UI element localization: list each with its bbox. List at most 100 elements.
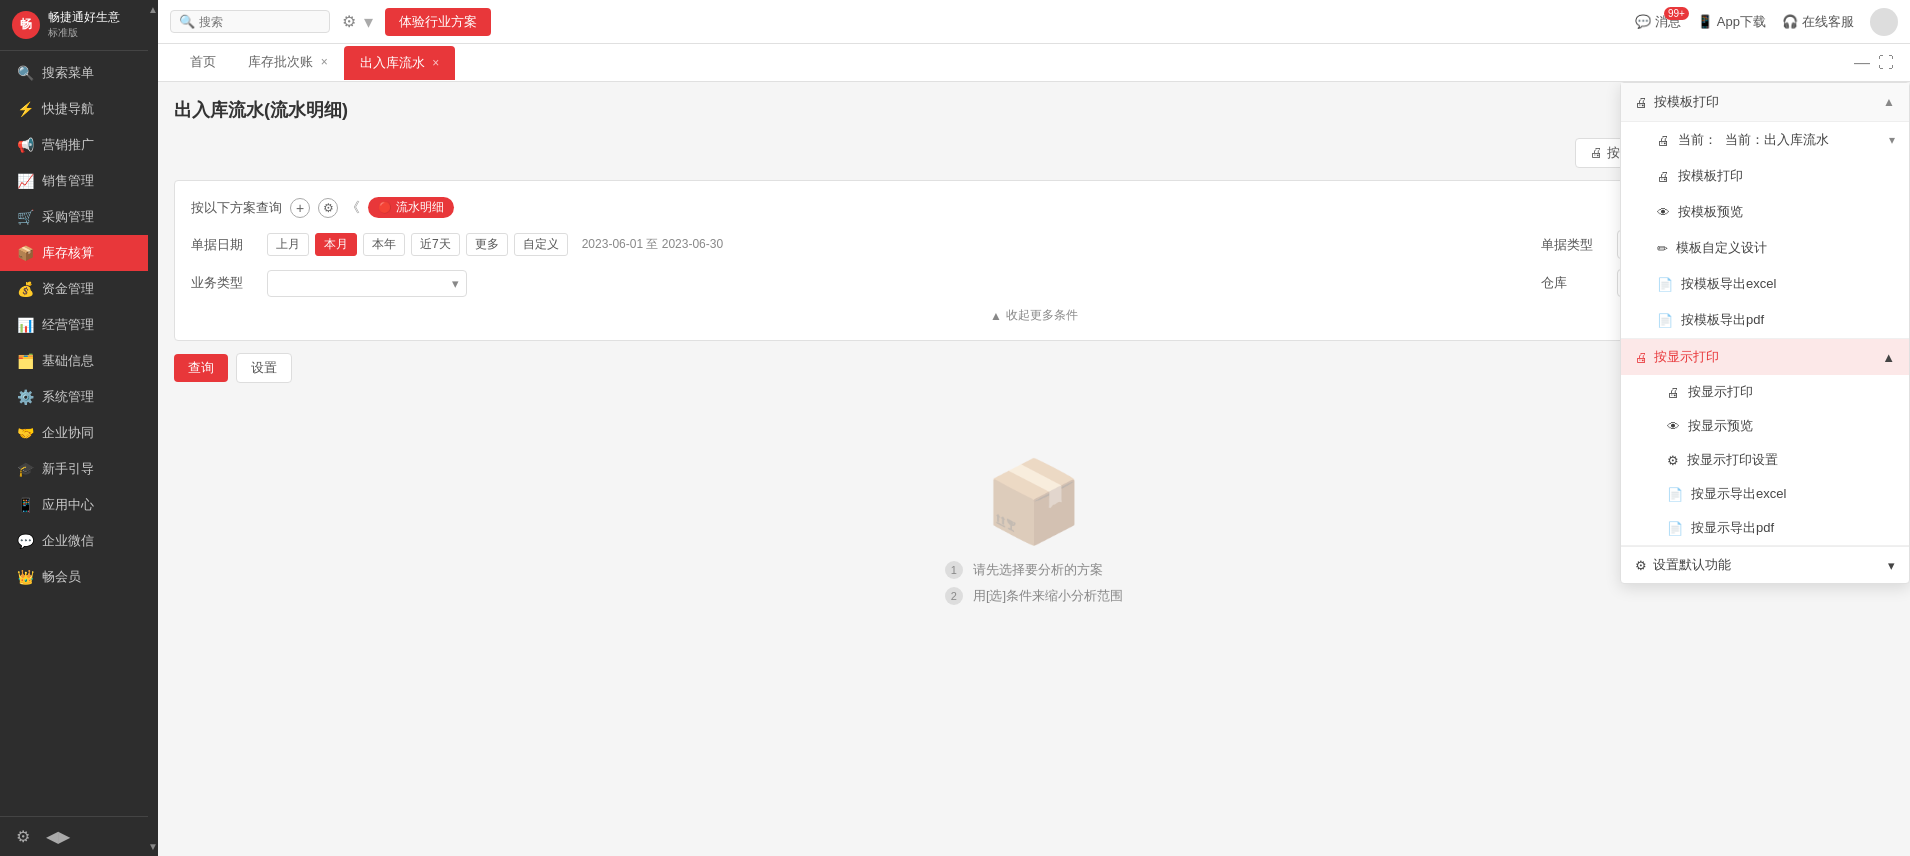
- tab-minimize-icon[interactable]: —: [1854, 54, 1870, 72]
- display-section-header[interactable]: 🖨 按显示打印 ▲: [1621, 339, 1909, 375]
- headset-icon: 🎧: [1782, 14, 1798, 29]
- sidebar-item-marketing[interactable]: 📢 营销推广: [0, 127, 148, 163]
- display-section-arrow[interactable]: ▲: [1882, 350, 1895, 365]
- date-custom[interactable]: 自定义: [514, 233, 568, 256]
- promo-button[interactable]: 体验行业方案: [385, 8, 491, 36]
- sidebar-item-label: 搜索菜单: [42, 64, 94, 82]
- customer-service-label: 在线客服: [1802, 13, 1854, 31]
- sidebar-item-app-center[interactable]: 📱 应用中心: [0, 487, 148, 523]
- sidebar-item-search[interactable]: 🔍 搜索菜单: [0, 55, 148, 91]
- sidebar-item-wechat[interactable]: 💬 企业微信: [0, 523, 148, 559]
- sidebar-item-label: 企业微信: [42, 532, 94, 550]
- display-print-settings-item[interactable]: ⚙ 按显示打印设置: [1621, 443, 1909, 477]
- dropdown-current-item[interactable]: 🖨 当前： 当前：出入库流水 ▾: [1621, 122, 1909, 158]
- operations-icon: 📊: [16, 317, 34, 333]
- avatar[interactable]: [1870, 8, 1898, 36]
- enterprise-icon: 🤝: [16, 425, 34, 441]
- inventory-icon: 📦: [16, 245, 34, 261]
- app-subtitle: 标准版: [48, 26, 120, 40]
- tab-bar-controls: — ⛶: [1854, 54, 1894, 72]
- display-export-pdf-item[interactable]: 📄 按显示导出pdf: [1621, 511, 1909, 545]
- date-current-year[interactable]: 本年: [363, 233, 405, 256]
- message-button[interactable]: 💬 消息 99+: [1635, 13, 1681, 31]
- scroll-down-arrow[interactable]: ▼: [148, 841, 158, 852]
- purchase-icon: 🛒: [16, 209, 34, 225]
- system-icon: ⚙️: [16, 389, 34, 405]
- print-dropdown-panel: 🖨 按模板打印 ▲ 🖨 当前： 当前：出入库流水 ▾ 🖨 按模板打印 👁: [1620, 82, 1910, 584]
- current-value: 当前：出入库流水: [1725, 131, 1829, 149]
- tab-expand-icon[interactable]: ⛶: [1878, 54, 1894, 72]
- dropdown-footer[interactable]: ⚙ 设置默认功能 ▾: [1621, 546, 1909, 583]
- settings-gear-icon[interactable]: ⚙: [342, 12, 356, 31]
- template-preview-item[interactable]: 👁 按模板预览: [1621, 194, 1909, 230]
- display-preview-item[interactable]: 👁 按显示预览: [1621, 409, 1909, 443]
- sidebar-item-label: 基础信息: [42, 352, 94, 370]
- date-last-month[interactable]: 上月: [267, 233, 309, 256]
- scroll-up-arrow[interactable]: ▲: [148, 4, 158, 15]
- template-export-excel-item[interactable]: 📄 按模板导出excel: [1621, 266, 1909, 302]
- display-print-icon: 🖨: [1667, 385, 1680, 400]
- settings-button[interactable]: 设置: [236, 353, 292, 383]
- sidebar-item-finance[interactable]: 💰 资金管理: [0, 271, 148, 307]
- sidebar-item-system[interactable]: ⚙️ 系统管理: [0, 379, 148, 415]
- customer-service-button[interactable]: 🎧 在线客服: [1782, 13, 1854, 31]
- collapse-sidebar-icon[interactable]: ◀▶: [46, 827, 70, 846]
- template-custom-item[interactable]: ✏ 模板自定义设计: [1621, 230, 1909, 266]
- filter-collapse-icon[interactable]: 《: [346, 199, 360, 217]
- doc-type-label: 单据类型: [1541, 236, 1601, 254]
- collapse-label: 收起更多条件: [1006, 307, 1078, 324]
- footer-arrow: ▾: [1888, 558, 1895, 573]
- empty-hint-2: 2 用[选]条件来缩小分析范围: [945, 587, 1123, 605]
- settings-default-icon: ⚙: [1635, 558, 1647, 573]
- tab-home[interactable]: 首页: [174, 45, 232, 81]
- filter-add-button[interactable]: +: [290, 198, 310, 218]
- sidebar-item-vip[interactable]: 👑 畅会员: [0, 559, 148, 595]
- query-button[interactable]: 查询: [174, 354, 228, 382]
- dropdown-header: 🖨 按模板打印 ▲: [1621, 83, 1909, 122]
- sidebar-item-sales[interactable]: 📈 销售管理: [0, 163, 148, 199]
- tab-inout-flow[interactable]: 出入库流水 ×: [344, 46, 456, 80]
- search-bar[interactable]: 🔍: [170, 10, 330, 33]
- display-export-excel-item[interactable]: 📄 按显示导出excel: [1621, 477, 1909, 511]
- app-title: 畅捷通好生意: [48, 10, 120, 26]
- biz-type-label: 业务类型: [191, 274, 251, 292]
- sidebar-item-label: 库存核算: [42, 244, 94, 262]
- dropdown-collapse-icon[interactable]: ▲: [1883, 95, 1895, 109]
- sidebar-nav: 🔍 搜索菜单 ⚡ 快捷导航 📢 营销推广 📈 销售管理 🛒 采购管理 📦 库存核…: [0, 51, 148, 816]
- tab-close-inventory-batch[interactable]: ×: [321, 55, 328, 69]
- page-content: 出入库流水(流水明细) 🖨 按模板打印 ▲ ··· 📤 导出 🔄 刷新: [158, 82, 1910, 856]
- wechat-icon: 💬: [16, 533, 34, 549]
- sidebar-item-inventory[interactable]: 📦 库存核算: [0, 235, 148, 271]
- base-icon: 🗂️: [16, 353, 34, 369]
- date-more[interactable]: 更多: [466, 233, 508, 256]
- sidebar-item-quick-nav[interactable]: ⚡ 快捷导航: [0, 91, 148, 127]
- date-last-7[interactable]: 近7天: [411, 233, 460, 256]
- display-print-item[interactable]: 🖨 按显示打印: [1621, 375, 1909, 409]
- sidebar-item-guide[interactable]: 🎓 新手引导: [0, 451, 148, 487]
- biz-type-select[interactable]: [267, 270, 467, 297]
- template-section: 🖨 按模板打印 👁 按模板预览 ✏ 模板自定义设计 📄 按模板导出excel 📄: [1621, 158, 1909, 339]
- sidebar-item-enterprise[interactable]: 🤝 企业协同: [0, 415, 148, 451]
- print-icon: 🖨: [1590, 145, 1603, 160]
- sidebar-item-base[interactable]: 🗂️ 基础信息: [0, 343, 148, 379]
- template-export-pdf-item[interactable]: 📄 按模板导出pdf: [1621, 302, 1909, 338]
- app-download-button[interactable]: 📱 App下载: [1697, 13, 1766, 31]
- display-section: 🖨 按显示打印 ▲ 🖨 按显示打印 👁 按显示预览 ⚙ 按显示打印设置: [1621, 339, 1909, 546]
- empty-illustration: 📦: [984, 455, 1084, 549]
- search-input[interactable]: [199, 15, 319, 29]
- sidebar-item-operations[interactable]: 📊 经营管理: [0, 307, 148, 343]
- settings-footer-icon[interactable]: ⚙: [16, 827, 30, 846]
- biz-type-select-wrapper: [267, 270, 467, 297]
- tab-close-inout-flow[interactable]: ×: [432, 56, 439, 70]
- sidebar-item-purchase[interactable]: 🛒 采购管理: [0, 199, 148, 235]
- sales-icon: 📈: [16, 173, 34, 189]
- dropdown-arrow-icon[interactable]: ▾: [364, 11, 373, 33]
- tab-inventory-batch[interactable]: 库存批次账 ×: [232, 45, 344, 81]
- sidebar-item-label: 企业协同: [42, 424, 94, 442]
- template-print-item[interactable]: 🖨 按模板打印: [1621, 158, 1909, 194]
- main-area: 🔍 ⚙ ▾ 体验行业方案 💬 消息 99+ 📱 App下载 🎧 在线客服 首页: [158, 0, 1910, 856]
- current-arrow-icon[interactable]: ▾: [1889, 133, 1895, 147]
- filter-settings-button[interactable]: ⚙: [318, 198, 338, 218]
- date-current-month[interactable]: 本月: [315, 233, 357, 256]
- template-preview-icon: 👁: [1657, 205, 1670, 220]
